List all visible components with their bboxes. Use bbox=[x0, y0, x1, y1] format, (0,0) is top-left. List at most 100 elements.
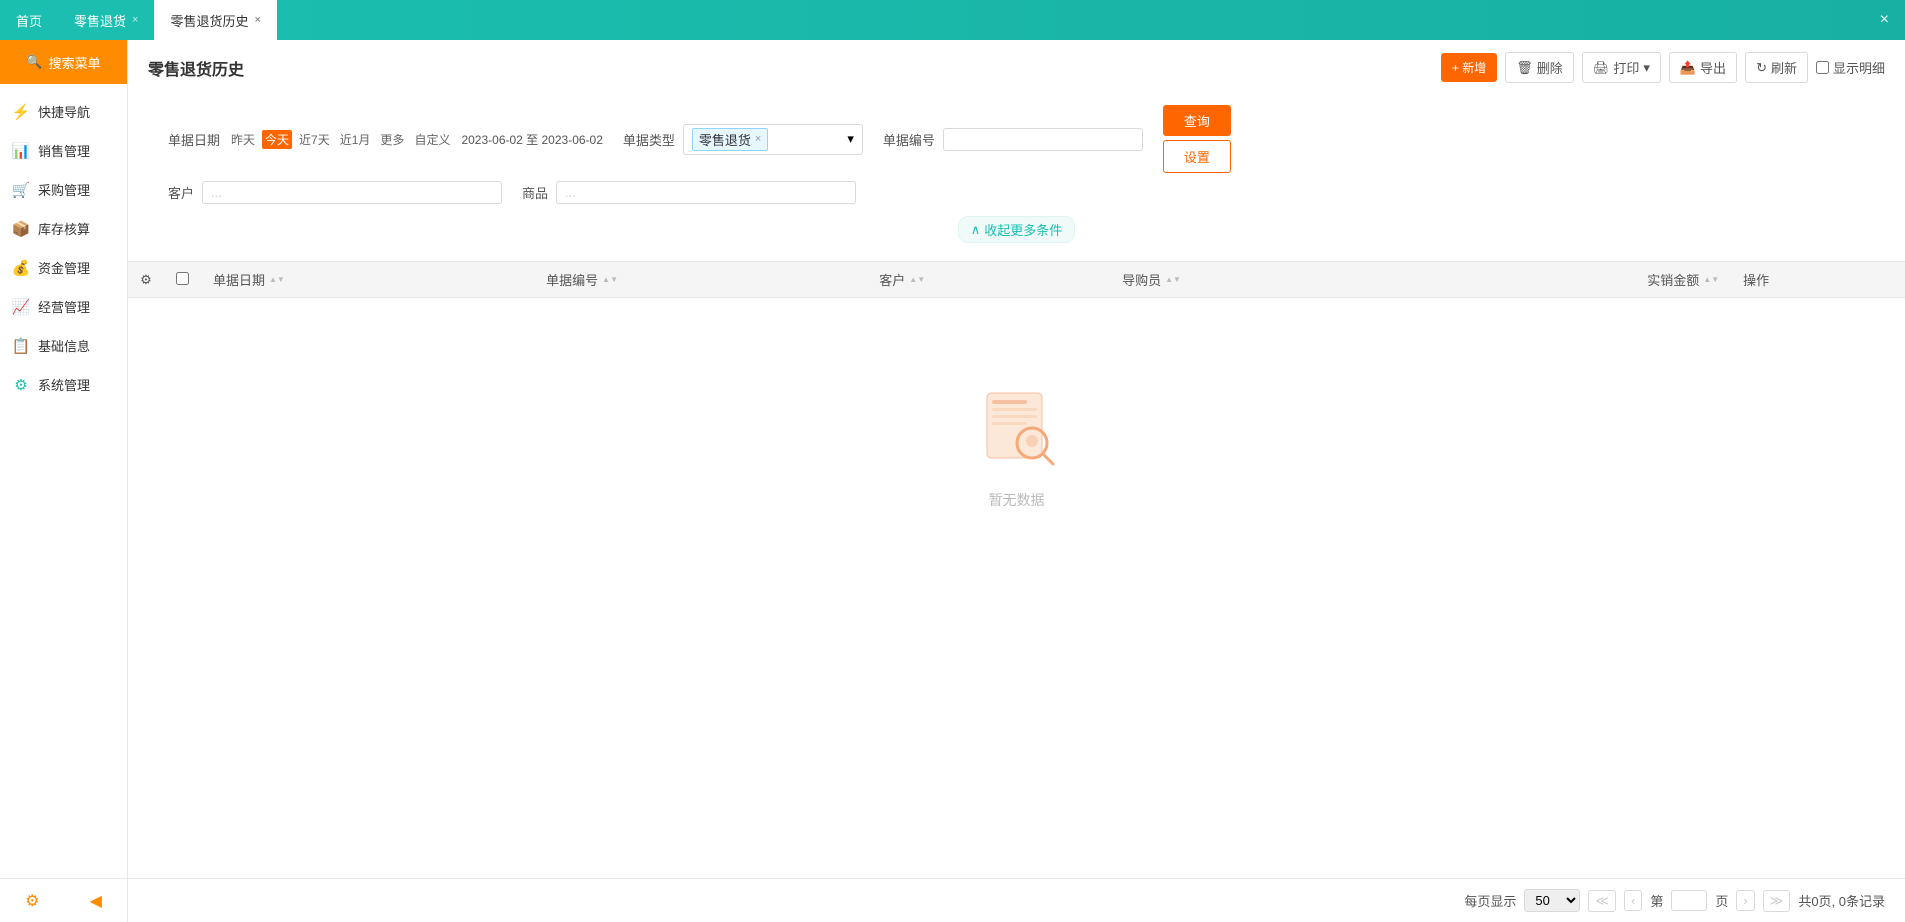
print-icon: 🖨 bbox=[1593, 60, 1610, 76]
sidebar-collapse-button[interactable]: ◀ bbox=[90, 891, 102, 911]
export-button[interactable]: 📤 导出 bbox=[1669, 52, 1737, 83]
select-all-checkbox[interactable] bbox=[176, 272, 189, 285]
sidebar: 🔍 搜索菜单 ⚡ 快捷导航 📊 销售管理 🛒 采购管理 📦 库存核算 💰 bbox=[0, 40, 128, 922]
empty-illustration bbox=[967, 378, 1067, 478]
first-page-button[interactable]: ≪ bbox=[1588, 890, 1616, 912]
col-doc-no[interactable]: 单据编号 ▲▼ bbox=[534, 262, 867, 298]
delete-icon: 🗑 bbox=[1516, 60, 1533, 76]
docno-sort-icon: ▲▼ bbox=[602, 276, 618, 284]
system-icon: ⚙ bbox=[12, 376, 30, 394]
customer-filter: 客户 ... bbox=[168, 181, 502, 204]
date-opt-more[interactable]: 更多 bbox=[377, 130, 407, 149]
date-filter: 单据日期 昨天 今天 近7天 近1月 更多 自定义 2023-06-02 至 2… bbox=[168, 130, 603, 149]
quick-nav-icon: ⚡ bbox=[12, 103, 30, 121]
goods-placeholder: ... bbox=[565, 185, 847, 200]
sidebar-nav: ⚡ 快捷导航 📊 销售管理 🛒 采购管理 📦 库存核算 💰 资金管理 📈 bbox=[0, 84, 127, 878]
settings-gear-icon[interactable]: ⚙ bbox=[140, 272, 152, 287]
sidebar-search[interactable]: 🔍 搜索菜单 bbox=[0, 40, 127, 84]
delete-button[interactable]: 🗑 删除 bbox=[1505, 52, 1574, 83]
finance-icon: 💰 bbox=[12, 259, 30, 277]
display-detail-input[interactable] bbox=[1816, 61, 1829, 74]
col-amount[interactable]: 实销金额 ▲▼ bbox=[1398, 262, 1731, 298]
doc-type-tag-close[interactable]: × bbox=[755, 133, 761, 145]
sidebar-item-system[interactable]: ⚙ 系统管理 bbox=[0, 365, 127, 404]
page-label: 第 bbox=[1650, 891, 1663, 910]
page-size-select[interactable]: 102050100 bbox=[1524, 889, 1580, 912]
operations-icon: 📈 bbox=[12, 298, 30, 316]
customer-sort-icon: ▲▼ bbox=[909, 276, 925, 284]
filter-row-2: 客户 ... 商品 ... bbox=[168, 181, 1865, 204]
amount-sort-icon: ▲▼ bbox=[1703, 276, 1719, 284]
tab-retail-return-history-close[interactable]: × bbox=[254, 14, 260, 26]
print-dropdown-icon: ▾ bbox=[1643, 60, 1650, 76]
filter-row-1: 单据日期 昨天 今天 近7天 近1月 更多 自定义 2023-06-02 至 2… bbox=[168, 105, 1865, 173]
sidebar-item-inventory[interactable]: 📦 库存核算 bbox=[0, 209, 127, 248]
window-close-button[interactable]: × bbox=[1864, 11, 1905, 29]
inventory-icon: 📦 bbox=[12, 220, 30, 238]
date-opt-custom[interactable]: 自定义 bbox=[411, 130, 453, 149]
col-actions: 操作 bbox=[1731, 262, 1905, 298]
sidebar-item-quick-nav[interactable]: ⚡ 快捷导航 bbox=[0, 92, 127, 131]
sidebar-item-sales[interactable]: 📊 销售管理 bbox=[0, 131, 127, 170]
page-actions: + 新增 🗑 删除 🖨 打印 ▾ 📤 导出 ↻ bbox=[1441, 52, 1885, 83]
empty-state: 暂无数据 bbox=[128, 298, 1905, 590]
doc-no-input[interactable] bbox=[943, 128, 1143, 151]
next-page-button[interactable]: › bbox=[1736, 890, 1754, 911]
table-container: ⚙ 单据日期 ▲▼ 单据编号 bbox=[128, 262, 1905, 878]
purchase-icon: 🛒 bbox=[12, 181, 30, 199]
collapse-button[interactable]: ∧ 收起更多条件 bbox=[958, 216, 1076, 243]
tab-home[interactable]: 首页 bbox=[0, 0, 58, 40]
display-detail-checkbox[interactable]: 显示明细 bbox=[1816, 58, 1885, 77]
sidebar-item-finance[interactable]: 💰 资金管理 bbox=[0, 248, 127, 287]
prev-page-button[interactable]: ‹ bbox=[1624, 890, 1642, 911]
page-size-label: 每页显示 bbox=[1464, 891, 1516, 910]
print-button[interactable]: 🖨 打印 ▾ bbox=[1582, 52, 1661, 83]
sidebar-item-basic-info[interactable]: 📋 基础信息 bbox=[0, 326, 127, 365]
page-header: 零售退货历史 + 新增 🗑 删除 🖨 打印 ▾ 📤 导出 bbox=[128, 40, 1905, 262]
basic-info-icon: 📋 bbox=[12, 337, 30, 355]
tab-retail-return-close[interactable]: × bbox=[132, 14, 138, 26]
col-guide[interactable]: 导购员 ▲▼ bbox=[1110, 262, 1398, 298]
sidebar-bottom: ⚙ ◀ bbox=[0, 878, 127, 922]
filter-area: 单据日期 昨天 今天 近7天 近1月 更多 自定义 2023-06-02 至 2… bbox=[148, 95, 1885, 261]
date-opt-7days[interactable]: 近7天 bbox=[296, 130, 333, 149]
last-page-button[interactable]: ≫ bbox=[1763, 890, 1791, 912]
query-button[interactable]: 查询 bbox=[1163, 105, 1231, 136]
page-number-input[interactable]: 1 bbox=[1671, 890, 1707, 911]
col-docno-sort[interactable]: 单据编号 ▲▼ bbox=[546, 270, 855, 289]
guide-sort-icon: ▲▼ bbox=[1165, 276, 1181, 284]
col-date-sort[interactable]: 单据日期 ▲▼ bbox=[213, 270, 522, 289]
doc-type-tag: 零售退货 × bbox=[692, 128, 768, 151]
search-icon: 🔍 bbox=[26, 54, 42, 70]
col-customer-sort[interactable]: 客户 ▲▼ bbox=[879, 270, 1098, 289]
date-opt-today[interactable]: 今天 bbox=[262, 130, 292, 149]
sidebar-item-purchase[interactable]: 🛒 采购管理 bbox=[0, 170, 127, 209]
date-opt-yesterday[interactable]: 昨天 bbox=[228, 130, 258, 149]
page-unit: 页 bbox=[1715, 891, 1728, 910]
main-layout: 🔍 搜索菜单 ⚡ 快捷导航 📊 销售管理 🛒 采购管理 📦 库存核算 💰 bbox=[0, 40, 1905, 922]
table-body: 暂无数据 bbox=[128, 298, 1905, 591]
doc-no-filter: 单据编号 bbox=[883, 128, 1143, 151]
doc-type-select[interactable]: 零售退货 × ▾ bbox=[683, 124, 863, 155]
col-settings[interactable]: ⚙ bbox=[128, 262, 164, 298]
date-opt-1month[interactable]: 近1月 bbox=[337, 130, 374, 149]
filter-settings-button[interactable]: 设置 bbox=[1163, 140, 1231, 173]
tab-retail-return[interactable]: 零售退货 × bbox=[58, 0, 154, 40]
add-button[interactable]: + 新增 bbox=[1441, 53, 1497, 82]
col-guide-sort[interactable]: 导购员 ▲▼ bbox=[1122, 270, 1386, 289]
col-checkbox[interactable] bbox=[164, 262, 201, 298]
refresh-button[interactable]: ↻ 刷新 bbox=[1745, 52, 1808, 83]
table-header-row: ⚙ 单据日期 ▲▼ 单据编号 bbox=[128, 262, 1905, 298]
export-icon: 📤 bbox=[1680, 60, 1696, 76]
col-customer[interactable]: 客户 ▲▼ bbox=[867, 262, 1110, 298]
collapse-bar: ∧ 收起更多条件 bbox=[168, 212, 1865, 251]
sidebar-settings-button[interactable]: ⚙ bbox=[25, 891, 39, 911]
tab-list: 首页 零售退货 × 零售退货历史 × bbox=[0, 0, 1864, 40]
date-range-text: 2023-06-02 至 2023-06-02 bbox=[461, 131, 602, 148]
tab-retail-return-history[interactable]: 零售退货历史 × bbox=[154, 0, 276, 40]
doc-type-dropdown-icon: ▾ bbox=[847, 131, 854, 147]
sidebar-item-operations[interactable]: 📈 经营管理 bbox=[0, 287, 127, 326]
top-bar: 首页 零售退货 × 零售退货历史 × × bbox=[0, 0, 1905, 40]
col-amount-sort[interactable]: 实销金额 ▲▼ bbox=[1410, 270, 1719, 289]
col-date[interactable]: 单据日期 ▲▼ bbox=[201, 262, 534, 298]
